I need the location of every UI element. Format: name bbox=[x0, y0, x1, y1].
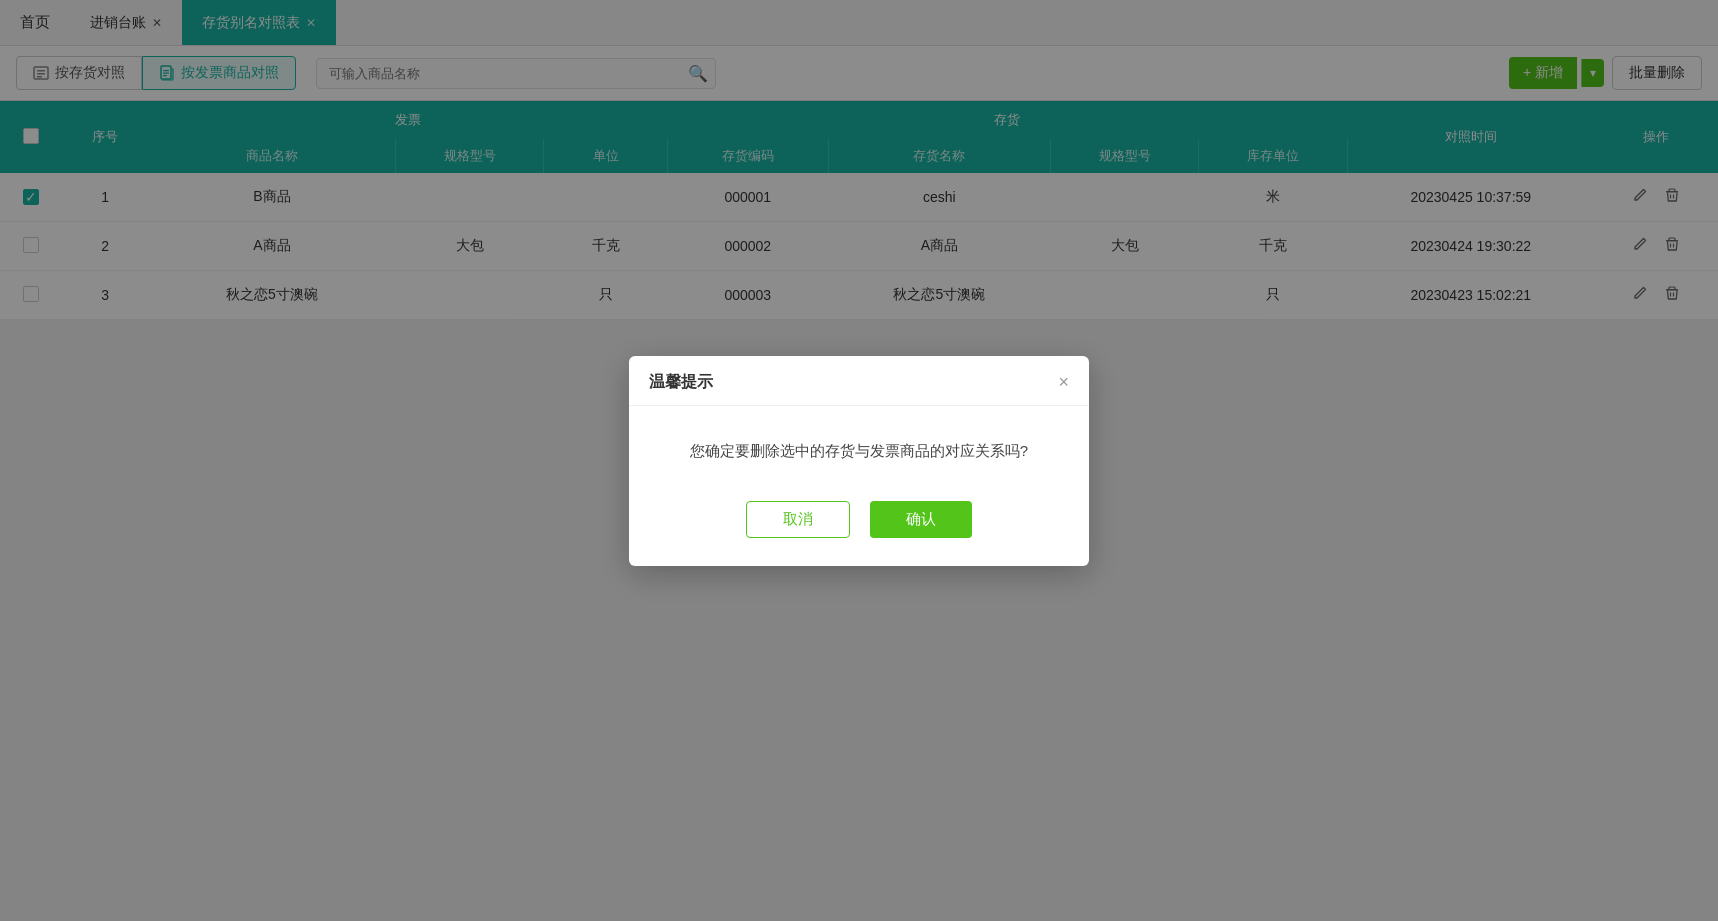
modal-overlay: 温馨提示 × 您确定要删除选中的存货与发票商品的对应关系吗? 取消 确认 bbox=[0, 0, 1718, 921]
dialog-footer: 取消 确认 bbox=[629, 491, 1089, 566]
dialog-confirm-button[interactable]: 确认 bbox=[870, 501, 972, 538]
confirm-dialog: 温馨提示 × 您确定要删除选中的存货与发票商品的对应关系吗? 取消 确认 bbox=[629, 356, 1089, 566]
dialog-header: 温馨提示 × bbox=[629, 356, 1089, 406]
dialog-message: 您确定要删除选中的存货与发票商品的对应关系吗? bbox=[690, 442, 1028, 459]
dialog-title: 温馨提示 bbox=[649, 372, 713, 393]
dialog-cancel-button[interactable]: 取消 bbox=[746, 501, 850, 538]
dialog-close-button[interactable]: × bbox=[1058, 373, 1069, 391]
dialog-body: 您确定要删除选中的存货与发票商品的对应关系吗? bbox=[629, 406, 1089, 491]
